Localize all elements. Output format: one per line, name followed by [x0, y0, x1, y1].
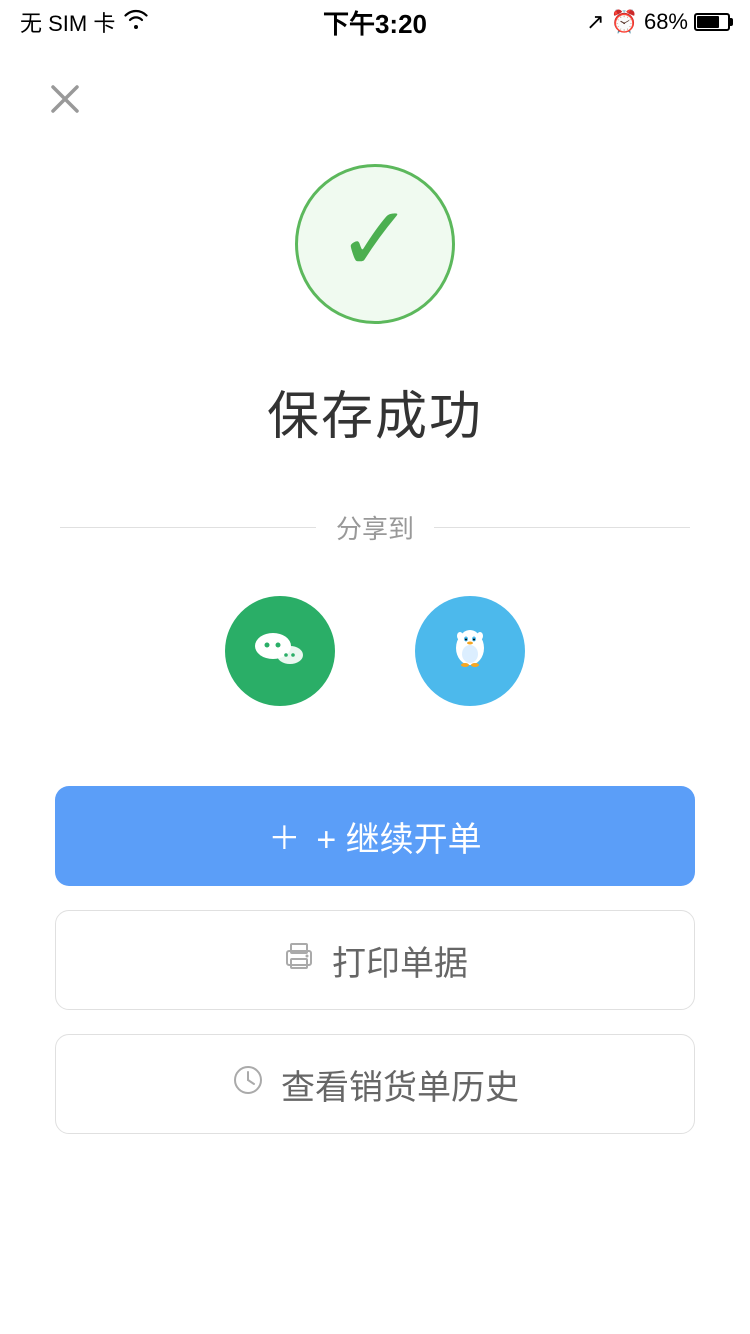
- wechat-icon: [249, 620, 311, 682]
- plus-icon: ＋: [268, 813, 300, 859]
- printer-icon: [282, 939, 316, 981]
- continue-label: + 继续开单: [316, 812, 481, 861]
- status-bar: 无 SIM 卡 下午3:20 ↗ ⏰ 68%: [0, 0, 750, 44]
- continue-button[interactable]: ＋ + 继续开单: [55, 786, 695, 886]
- divider-left: [60, 527, 316, 528]
- wifi-icon: [123, 9, 149, 35]
- divider-right: [434, 527, 690, 528]
- wechat-share-button[interactable]: [225, 596, 335, 706]
- share-label: 分享到: [336, 509, 414, 546]
- battery-icon: [694, 13, 730, 31]
- close-button[interactable]: [40, 74, 90, 124]
- qq-icon: [441, 622, 499, 680]
- status-right: ↗ ⏰ 68%: [586, 9, 730, 35]
- print-button[interactable]: 打印单据: [55, 910, 695, 1010]
- qq-share-button[interactable]: [415, 596, 525, 706]
- network-status: 无 SIM 卡: [20, 6, 115, 38]
- actions-section: ＋ + 继续开单 打印单据: [55, 786, 695, 1134]
- main-content: ✓ 保存成功 分享到: [0, 44, 750, 1334]
- print-label: 打印单据: [332, 936, 468, 985]
- share-section: 分享到: [0, 509, 750, 706]
- success-icon-circle: ✓: [295, 164, 455, 324]
- status-time: 下午3:20: [323, 4, 427, 41]
- history-button[interactable]: 查看销货单历史: [55, 1034, 695, 1134]
- battery-percent: 68%: [644, 9, 688, 35]
- clock-icon: [231, 1063, 265, 1105]
- share-icons-row: [225, 596, 525, 706]
- checkmark-icon: ✓: [337, 195, 412, 285]
- close-icon: [47, 81, 83, 117]
- alarm-icon: ⏰: [611, 9, 638, 35]
- status-left: 无 SIM 卡: [20, 6, 149, 38]
- location-icon: ↗: [586, 9, 604, 35]
- success-title: 保存成功: [267, 374, 483, 449]
- share-divider-row: 分享到: [0, 509, 750, 546]
- history-label: 查看销货单历史: [281, 1060, 519, 1109]
